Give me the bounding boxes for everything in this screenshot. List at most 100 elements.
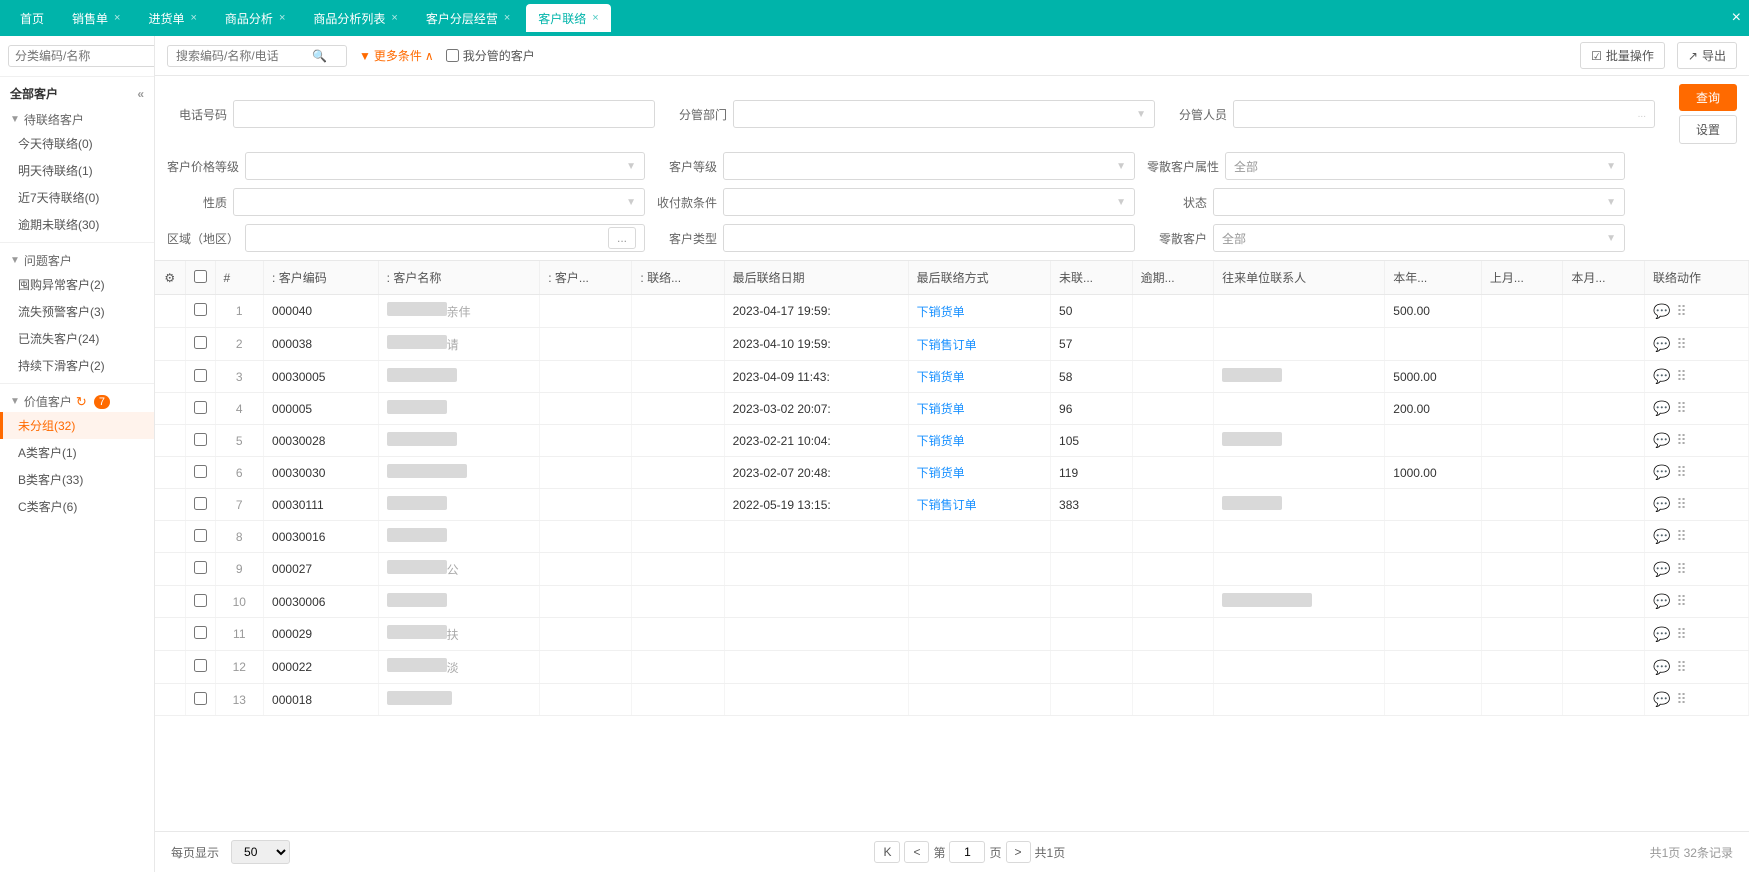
manager-select[interactable]: ...	[1233, 100, 1655, 128]
last-method-link[interactable]: 下销货单	[917, 370, 965, 384]
search-input[interactable]	[176, 49, 306, 63]
sidebar-item-week-pending[interactable]: 近7天待联络(0)	[0, 184, 154, 211]
tab-product-analysis[interactable]: 商品分析 ×	[213, 4, 297, 32]
row-checkbox-cell[interactable]	[185, 328, 215, 361]
row-checkbox-cell[interactable]	[185, 489, 215, 521]
row-checkbox[interactable]	[194, 497, 207, 510]
select-all-checkbox[interactable]	[194, 270, 207, 283]
grid-icon[interactable]: ⠿	[1676, 496, 1686, 513]
row-checkbox[interactable]	[194, 561, 207, 574]
grid-icon[interactable]: ⠿	[1676, 368, 1686, 385]
row-last-method[interactable]: 下销售订单	[908, 489, 1050, 521]
row-last-method[interactable]: 下销售订单	[908, 328, 1050, 361]
last-method-link[interactable]: 下销货单	[917, 434, 965, 448]
type-col-header[interactable]: : 客户...	[540, 261, 632, 295]
grid-icon[interactable]: ⠿	[1676, 626, 1686, 643]
page-number-input[interactable]	[949, 841, 985, 863]
last-month-col-header[interactable]: 上月...	[1481, 261, 1563, 295]
chat-icon[interactable]: 💬	[1653, 303, 1670, 320]
purchase-tab-close[interactable]: ×	[190, 12, 196, 24]
sidebar-item-hoarding[interactable]: 囤购异常客户(2)	[0, 271, 154, 298]
customer-contact-tab-close[interactable]: ×	[592, 12, 598, 24]
last-method-link[interactable]: 下销货单	[917, 466, 965, 480]
chat-icon[interactable]: 💬	[1653, 400, 1670, 417]
customer-type-select[interactable]	[723, 224, 1135, 252]
my-customers-checkbox[interactable]	[446, 49, 459, 62]
grid-icon[interactable]: ⠿	[1676, 593, 1686, 610]
row-checkbox[interactable]	[194, 433, 207, 446]
product-list-tab-close[interactable]: ×	[391, 12, 397, 24]
last-method-link[interactable]: 下销售订单	[917, 338, 977, 352]
row-last-method[interactable]: 下销货单	[908, 393, 1050, 425]
export-button[interactable]: ↗ 导出	[1677, 42, 1737, 69]
grid-icon[interactable]: ⠿	[1676, 528, 1686, 545]
row-checkbox-cell[interactable]	[185, 425, 215, 457]
row-checkbox[interactable]	[194, 465, 207, 478]
price-level-select[interactable]: ▼	[245, 152, 645, 180]
region-select[interactable]: ...	[245, 224, 645, 252]
batch-ops-button[interactable]: ☑ 批量操作	[1580, 42, 1665, 69]
row-checkbox-cell[interactable]	[185, 393, 215, 425]
sidebar-item-ungrouped[interactable]: 未分组(32)	[0, 412, 154, 439]
grid-icon[interactable]: ⠿	[1676, 464, 1686, 481]
contact-col-header[interactable]: : 联络...	[632, 261, 724, 295]
sidebar-item-declining[interactable]: 持续下滑客户(2)	[0, 352, 154, 379]
phone-input[interactable]	[233, 100, 655, 128]
sidebar-item-today-pending[interactable]: 今天待联络(0)	[0, 130, 154, 157]
checkbox-col-header[interactable]	[185, 261, 215, 295]
chat-icon[interactable]: 💬	[1653, 561, 1670, 578]
tab-home[interactable]: 首页	[8, 4, 56, 32]
this-month-col-header[interactable]: 本月...	[1563, 261, 1645, 295]
row-checkbox-cell[interactable]	[185, 618, 215, 651]
grid-icon[interactable]: ⠿	[1676, 561, 1686, 578]
row-checkbox-cell[interactable]	[185, 684, 215, 716]
row-checkbox[interactable]	[194, 594, 207, 607]
retail-customer-select[interactable]: 全部 ▼	[1213, 224, 1625, 252]
my-customers-checkbox-label[interactable]: 我分管的客户	[446, 47, 535, 64]
row-checkbox[interactable]	[194, 369, 207, 382]
last-method-link[interactable]: 下销货单	[917, 305, 965, 319]
row-last-method[interactable]: 下销货单	[908, 295, 1050, 328]
chat-icon[interactable]: 💬	[1653, 464, 1670, 481]
row-checkbox-cell[interactable]	[185, 553, 215, 586]
page-size-select[interactable]: 50 100	[231, 840, 290, 864]
sidebar-item-overdue-pending[interactable]: 逾期未联络(30)	[0, 211, 154, 238]
grid-icon[interactable]: ⠿	[1676, 432, 1686, 449]
customer-tier-tab-close[interactable]: ×	[504, 12, 510, 24]
tab-customer-tier[interactable]: 客户分层经营 ×	[414, 4, 522, 32]
next-page-button[interactable]: >	[1006, 841, 1031, 863]
not-contacted-col-header[interactable]: 未联...	[1051, 261, 1133, 295]
chat-icon[interactable]: 💬	[1653, 528, 1670, 545]
chat-icon[interactable]: 💬	[1653, 496, 1670, 513]
this-year-col-header[interactable]: 本年...	[1385, 261, 1482, 295]
status-select[interactable]: ▼	[1213, 188, 1625, 216]
chat-icon[interactable]: 💬	[1653, 432, 1670, 449]
tab-product-list[interactable]: 商品分析列表 ×	[301, 4, 409, 32]
row-last-method[interactable]: 下销货单	[908, 425, 1050, 457]
chat-icon[interactable]: 💬	[1653, 691, 1670, 708]
grid-icon[interactable]: ⠿	[1676, 659, 1686, 676]
search-icon[interactable]: 🔍	[312, 49, 327, 63]
chat-icon[interactable]: 💬	[1653, 336, 1670, 353]
row-checkbox[interactable]	[194, 401, 207, 414]
code-col-header[interactable]: : 客户编码	[264, 261, 379, 295]
nature-select[interactable]: ▼	[233, 188, 645, 216]
grid-icon[interactable]: ⠿	[1676, 336, 1686, 353]
tab-purchase[interactable]: 进货单 ×	[136, 4, 208, 32]
row-last-method[interactable]: 下销货单	[908, 457, 1050, 489]
grid-icon[interactable]: ⠿	[1676, 400, 1686, 417]
sales-tab-close[interactable]: ×	[114, 12, 120, 24]
row-checkbox-cell[interactable]	[185, 361, 215, 393]
row-checkbox-cell[interactable]	[185, 586, 215, 618]
prev-page-button[interactable]: <	[904, 841, 929, 863]
payment-select[interactable]: ▼	[723, 188, 1135, 216]
row-checkbox[interactable]	[194, 303, 207, 316]
sidebar-item-class-b[interactable]: B类客户(33)	[0, 466, 154, 493]
query-button[interactable]: 查询	[1679, 84, 1737, 111]
dept-select[interactable]: ▼	[733, 100, 1155, 128]
grid-icon[interactable]: ⠿	[1676, 691, 1686, 708]
row-checkbox-cell[interactable]	[185, 457, 215, 489]
sidebar-item-class-a[interactable]: A类客户(1)	[0, 439, 154, 466]
overdue-col-header[interactable]: 逾期...	[1132, 261, 1214, 295]
retail-attr-select[interactable]: 全部 ▼	[1225, 152, 1625, 180]
